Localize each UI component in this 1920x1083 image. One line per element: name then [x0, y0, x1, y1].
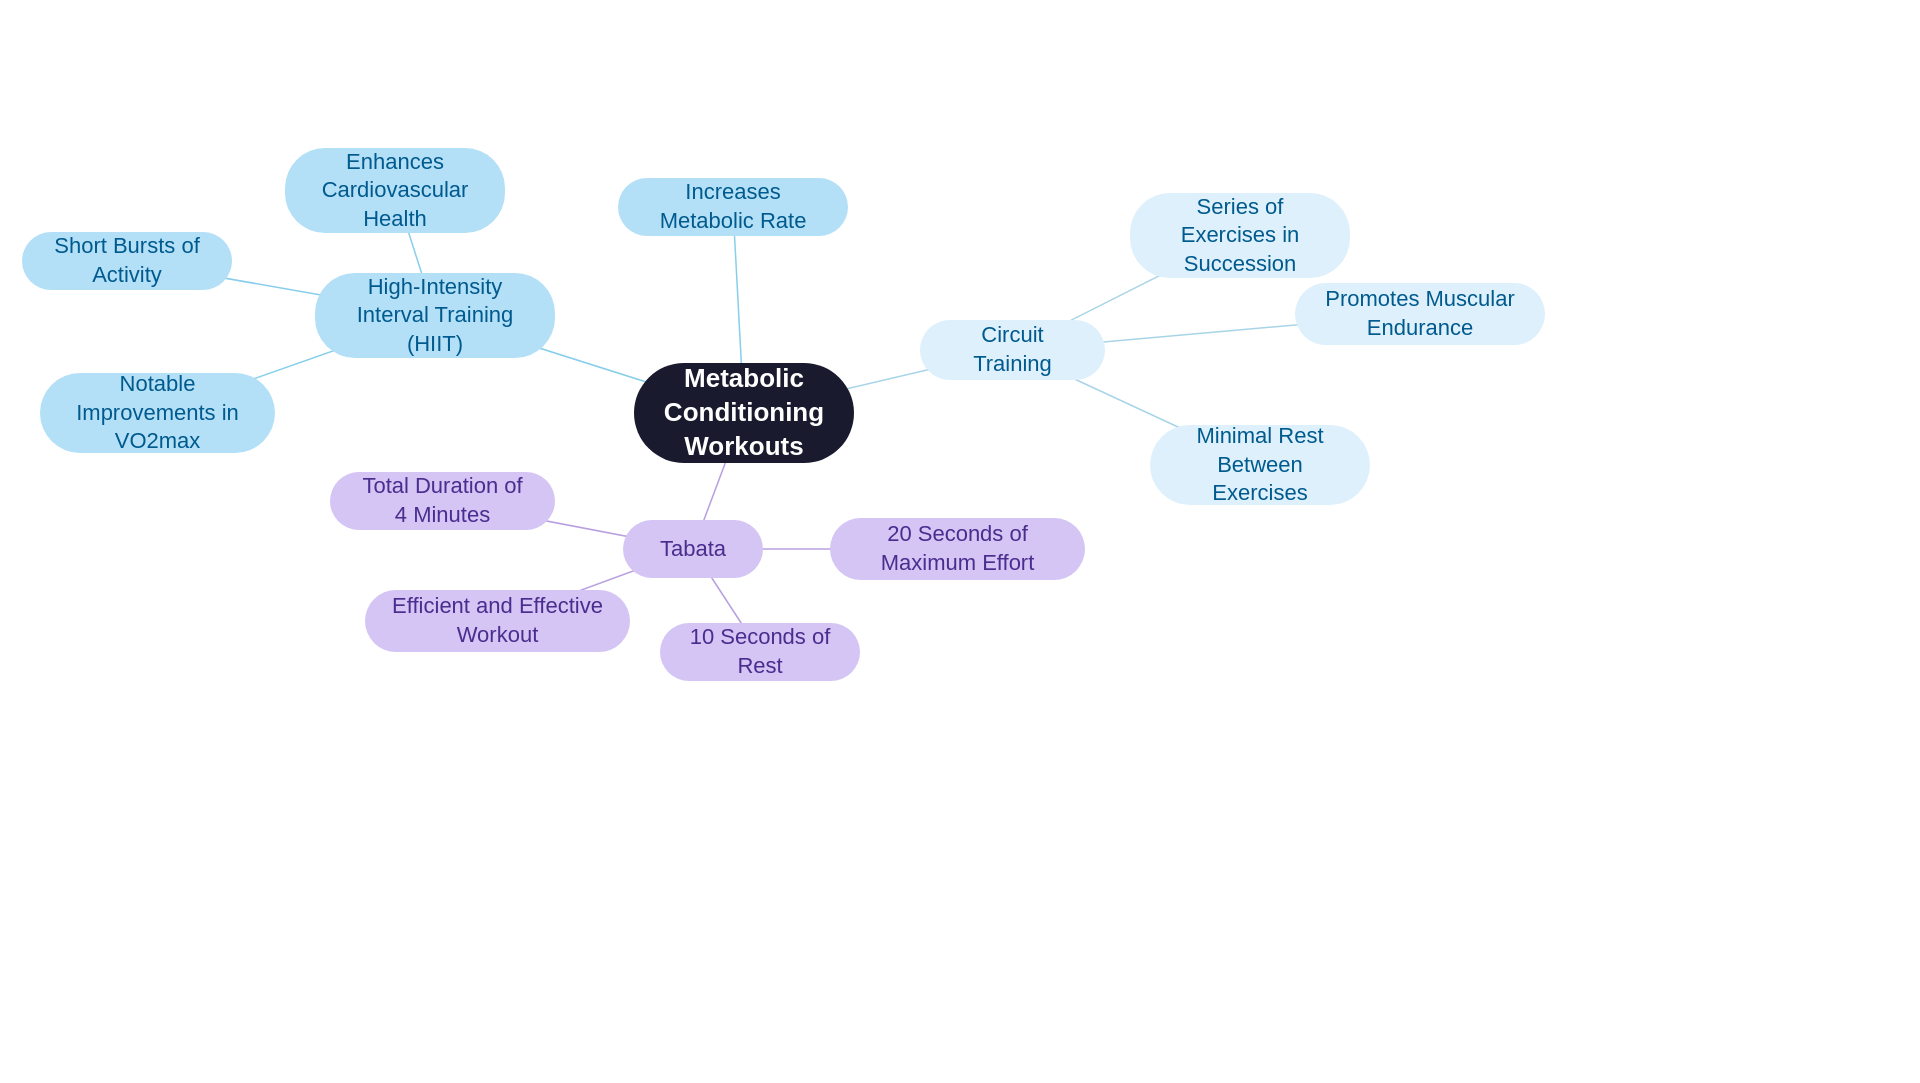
efficient-label: Efficient and Effective Workout: [389, 592, 606, 649]
metabolic-rate-node: Increases Metabolic Rate: [618, 178, 848, 236]
metabolic-rate-label: Increases Metabolic Rate: [642, 178, 824, 235]
twenty-seconds-node: 20 Seconds of Maximum Effort: [830, 518, 1085, 580]
total-duration-label: Total Duration of 4 Minutes: [354, 472, 531, 529]
ten-seconds-node: 10 Seconds of Rest: [660, 623, 860, 681]
series-label: Series of Exercises in Succession: [1154, 193, 1326, 279]
center-node: Metabolic Conditioning Workouts: [634, 363, 854, 463]
total-duration-node: Total Duration of 4 Minutes: [330, 472, 555, 530]
enhances-node: Enhances Cardiovascular Health: [285, 148, 505, 233]
tabata-label: Tabata: [660, 535, 726, 564]
tabata-node: Tabata: [623, 520, 763, 578]
hiit-node: High-Intensity Interval Training (HIIT): [315, 273, 555, 358]
twenty-seconds-label: 20 Seconds of Maximum Effort: [854, 520, 1061, 577]
series-node: Series of Exercises in Succession: [1130, 193, 1350, 278]
short-bursts-node: Short Bursts of Activity: [22, 232, 232, 290]
hiit-label: High-Intensity Interval Training (HIIT): [339, 273, 531, 359]
notable-label: Notable Improvements in VO2max: [64, 370, 251, 456]
notable-node: Notable Improvements in VO2max: [40, 373, 275, 453]
minimal-rest-label: Minimal Rest Between Exercises: [1174, 422, 1346, 508]
ten-seconds-label: 10 Seconds of Rest: [684, 623, 836, 680]
minimal-rest-node: Minimal Rest Between Exercises: [1150, 425, 1370, 505]
promotes-node: Promotes Muscular Endurance: [1295, 283, 1545, 345]
circuit-training-node: Circuit Training: [920, 320, 1105, 380]
enhances-label: Enhances Cardiovascular Health: [309, 148, 481, 234]
promotes-label: Promotes Muscular Endurance: [1319, 285, 1521, 342]
circuit-label: Circuit Training: [944, 321, 1081, 378]
short-bursts-label: Short Bursts of Activity: [46, 232, 208, 289]
center-label: Metabolic Conditioning Workouts: [658, 362, 830, 463]
efficient-node: Efficient and Effective Workout: [365, 590, 630, 652]
